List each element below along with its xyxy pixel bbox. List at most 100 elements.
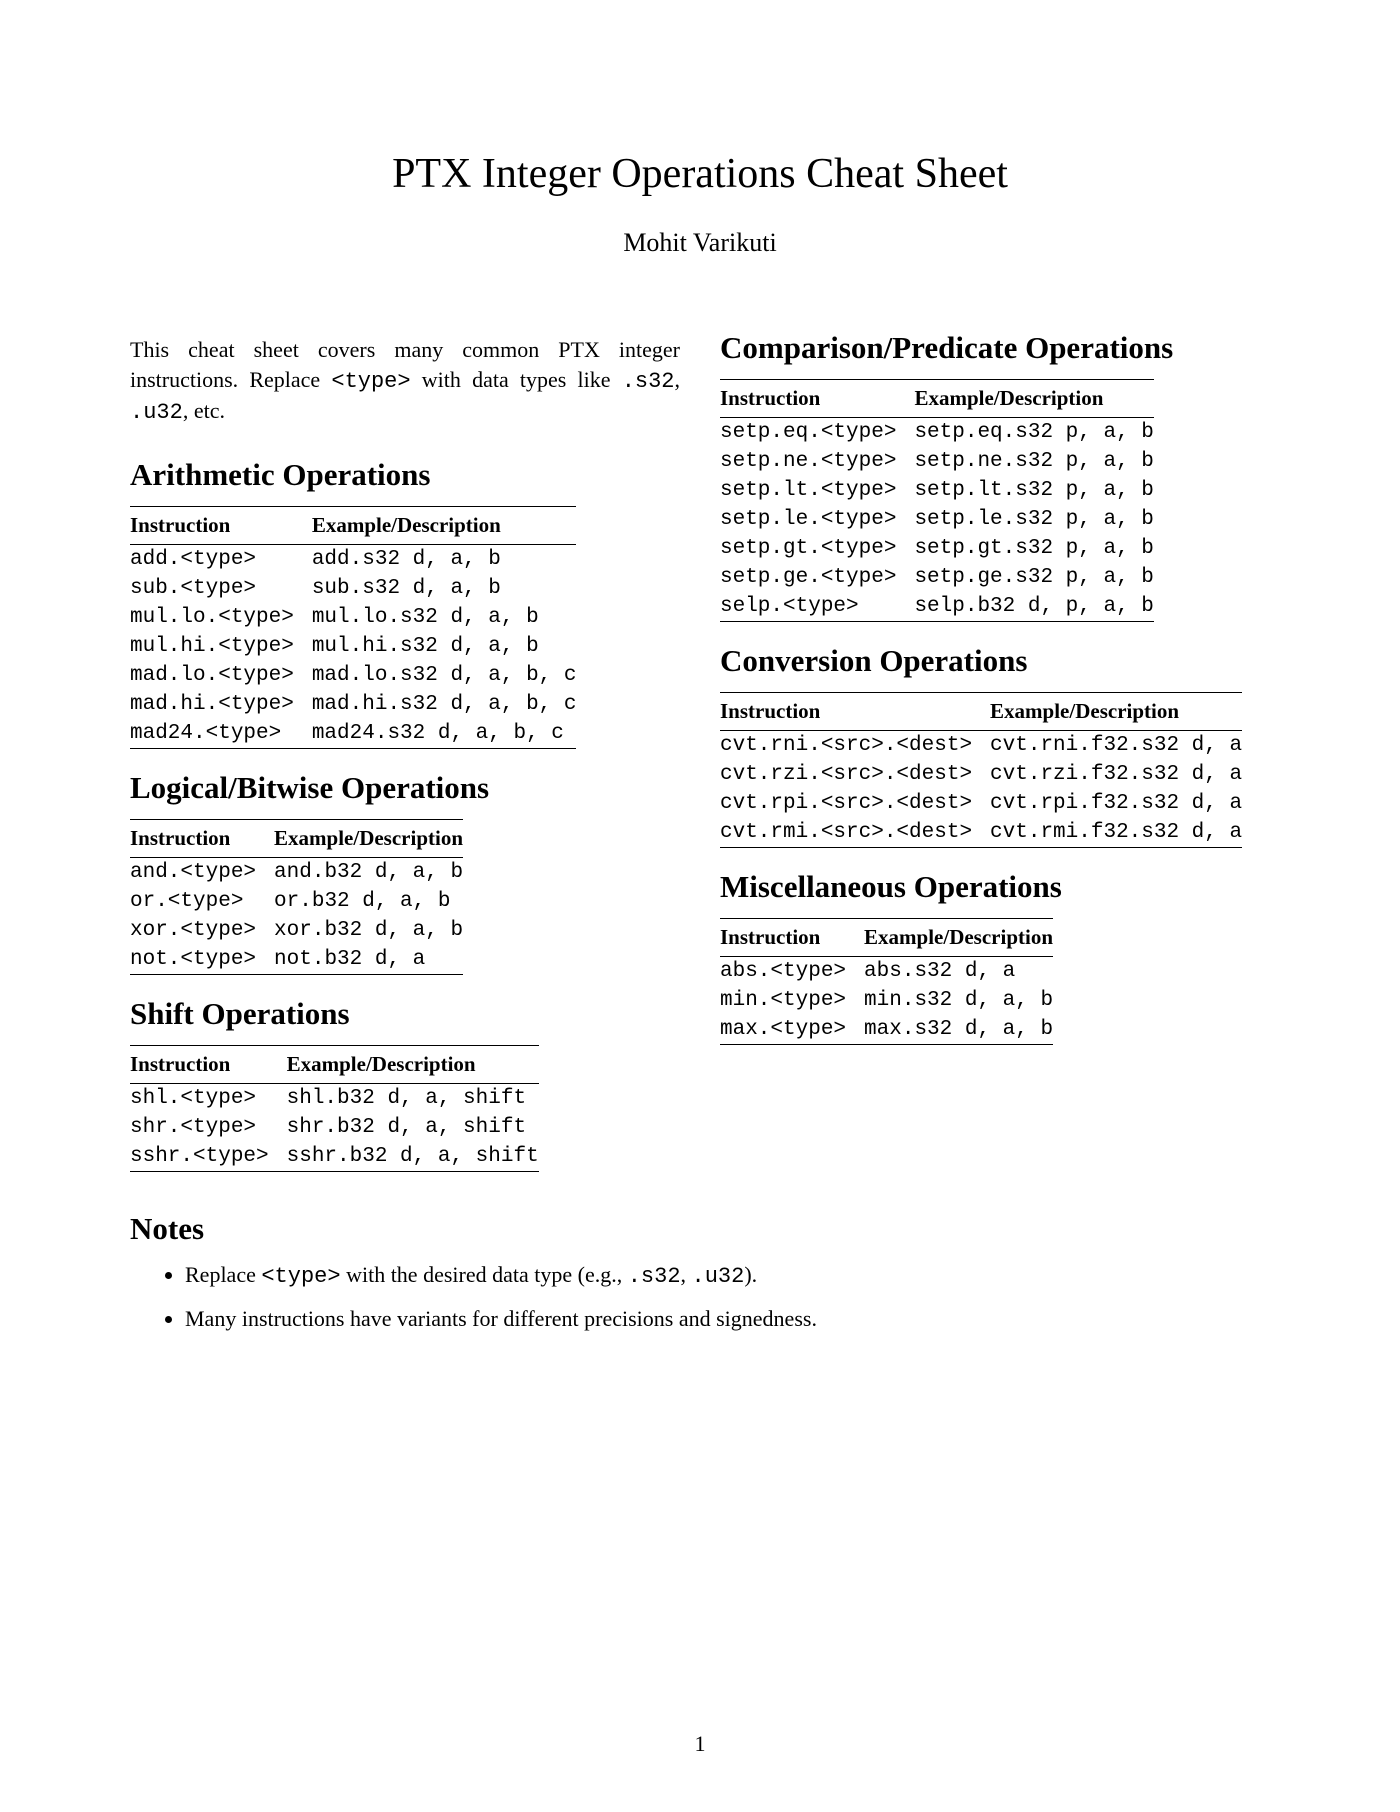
- table-row: cvt.rmi.<src>.<dest>cvt.rmi.f32.s32 d, a: [720, 818, 1242, 848]
- section: Shift Operations InstructionExample/Descr…: [130, 997, 680, 1172]
- table-row: not.<type>not.b32 d, a: [130, 945, 463, 975]
- section: Arithmetic Operations InstructionExample/…: [130, 458, 680, 749]
- cell-instruction: setp.ne.<type>: [720, 447, 914, 476]
- cell-instruction: shl.<type>: [130, 1084, 287, 1114]
- intro-text: with data types like: [411, 367, 622, 392]
- table-row: abs.<type>abs.s32 d, a: [720, 957, 1053, 987]
- table-row: setp.eq.<type>setp.eq.s32 p, a, b: [720, 418, 1154, 448]
- column-header-instruction: Instruction: [130, 1046, 287, 1084]
- cell-instruction: setp.eq.<type>: [720, 418, 914, 448]
- cell-instruction: selp.<type>: [720, 592, 914, 622]
- section-heading: Comparison/Predicate Operations: [720, 331, 1270, 365]
- column-header-instruction: Instruction: [720, 693, 990, 731]
- cell-instruction: cvt.rni.<src>.<dest>: [720, 731, 990, 761]
- cell-example: not.b32 d, a: [274, 945, 463, 975]
- section-heading-notes: Notes: [130, 1212, 1270, 1246]
- text-span: with the desired data type (e.g.,: [341, 1262, 628, 1287]
- table-row: max.<type>max.s32 d, a, b: [720, 1015, 1053, 1045]
- notes-section: Notes Replace <type> with the desired da…: [130, 1212, 1270, 1333]
- table-row: mad.lo.<type>mad.lo.s32 d, a, b, c: [130, 661, 576, 690]
- cell-instruction: mad.lo.<type>: [130, 661, 312, 690]
- column-header-example: Example/Description: [864, 919, 1053, 957]
- section-heading: Shift Operations: [130, 997, 680, 1031]
- cell-instruction: cvt.rzi.<src>.<dest>: [720, 760, 990, 789]
- cell-example: mul.lo.s32 d, a, b: [312, 603, 577, 632]
- cell-example: mad.hi.s32 d, a, b, c: [312, 690, 577, 719]
- operations-table: InstructionExample/Descriptionadd.<type>…: [130, 506, 576, 749]
- cell-instruction: max.<type>: [720, 1015, 864, 1045]
- table-row: xor.<type>xor.b32 d, a, b: [130, 916, 463, 945]
- cell-example: selp.b32 d, p, a, b: [914, 592, 1153, 622]
- operations-table: InstructionExample/Descriptionshl.<type>…: [130, 1045, 539, 1172]
- intro-code: .u32: [130, 400, 183, 425]
- column-header-instruction: Instruction: [130, 507, 312, 545]
- cell-example: min.s32 d, a, b: [864, 986, 1053, 1015]
- text-span: Many instructions have variants for diff…: [185, 1306, 817, 1331]
- code-span: .s32: [628, 1264, 681, 1289]
- table-row: mad.hi.<type>mad.hi.s32 d, a, b, c: [130, 690, 576, 719]
- table-row: cvt.rpi.<src>.<dest>cvt.rpi.f32.s32 d, a: [720, 789, 1242, 818]
- cell-example: and.b32 d, a, b: [274, 858, 463, 888]
- cell-instruction: setp.le.<type>: [720, 505, 914, 534]
- table-row: mad24.<type>mad24.s32 d, a, b, c: [130, 719, 576, 749]
- table-row: mul.lo.<type>mul.lo.s32 d, a, b: [130, 603, 576, 632]
- column-header-example: Example/Description: [990, 693, 1242, 731]
- cell-instruction: mad.hi.<type>: [130, 690, 312, 719]
- table-row: cvt.rni.<src>.<dest>cvt.rni.f32.s32 d, a: [720, 731, 1242, 761]
- cell-example: cvt.rni.f32.s32 d, a: [990, 731, 1242, 761]
- table-row: mul.hi.<type>mul.hi.s32 d, a, b: [130, 632, 576, 661]
- section-heading: Arithmetic Operations: [130, 458, 680, 492]
- table-row: sub.<type>sub.s32 d, a, b: [130, 574, 576, 603]
- cell-example: max.s32 d, a, b: [864, 1015, 1053, 1045]
- list-item: Replace <type> with the desired data typ…: [185, 1260, 1270, 1292]
- cell-instruction: sub.<type>: [130, 574, 312, 603]
- two-column-layout: This cheat sheet covers many common PTX …: [130, 313, 1270, 1194]
- cell-example: xor.b32 d, a, b: [274, 916, 463, 945]
- cell-example: setp.eq.s32 p, a, b: [914, 418, 1153, 448]
- intro-text: ,: [675, 367, 681, 392]
- cell-instruction: setp.ge.<type>: [720, 563, 914, 592]
- cell-example: cvt.rmi.f32.s32 d, a: [990, 818, 1242, 848]
- table-row: min.<type>min.s32 d, a, b: [720, 986, 1053, 1015]
- cell-example: mul.hi.s32 d, a, b: [312, 632, 577, 661]
- cell-example: setp.ne.s32 p, a, b: [914, 447, 1153, 476]
- table-row: selp.<type>selp.b32 d, p, a, b: [720, 592, 1154, 622]
- operations-table: InstructionExample/Descriptionand.<type>…: [130, 819, 463, 975]
- cell-instruction: or.<type>: [130, 887, 274, 916]
- section: Logical/Bitwise Operations InstructionExa…: [130, 771, 680, 975]
- column-header-instruction: Instruction: [130, 820, 274, 858]
- cell-example: setp.le.s32 p, a, b: [914, 505, 1153, 534]
- section: Conversion Operations InstructionExample/…: [720, 644, 1270, 848]
- intro-code: .s32: [622, 369, 675, 394]
- cell-instruction: sshr.<type>: [130, 1142, 287, 1172]
- column-header-example: Example/Description: [287, 1046, 539, 1084]
- table-row: add.<type>add.s32 d, a, b: [130, 545, 576, 575]
- intro-paragraph: This cheat sheet covers many common PTX …: [130, 335, 680, 428]
- table-row: setp.gt.<type>setp.gt.s32 p, a, b: [720, 534, 1154, 563]
- page-number: 1: [0, 1731, 1400, 1757]
- table-row: shr.<type>shr.b32 d, a, shift: [130, 1113, 539, 1142]
- cell-instruction: cvt.rmi.<src>.<dest>: [720, 818, 990, 848]
- text-span: Replace: [185, 1262, 261, 1287]
- column-header-example: Example/Description: [914, 380, 1153, 418]
- section-heading: Miscellaneous Operations: [720, 870, 1270, 904]
- cell-example: mad.lo.s32 d, a, b, c: [312, 661, 577, 690]
- table-row: setp.le.<type>setp.le.s32 p, a, b: [720, 505, 1154, 534]
- cell-instruction: mul.hi.<type>: [130, 632, 312, 661]
- text-span: ,: [681, 1262, 692, 1287]
- cell-example: shr.b32 d, a, shift: [287, 1113, 539, 1142]
- table-row: or.<type>or.b32 d, a, b: [130, 887, 463, 916]
- cell-instruction: add.<type>: [130, 545, 312, 575]
- operations-table: InstructionExample/Descriptionabs.<type>…: [720, 918, 1053, 1045]
- operations-table: InstructionExample/Descriptioncvt.rni.<s…: [720, 692, 1242, 848]
- cell-instruction: shr.<type>: [130, 1113, 287, 1142]
- cell-example: shl.b32 d, a, shift: [287, 1084, 539, 1114]
- section-heading: Logical/Bitwise Operations: [130, 771, 680, 805]
- section-heading: Conversion Operations: [720, 644, 1270, 678]
- notes-list: Replace <type> with the desired data typ…: [130, 1260, 1270, 1333]
- column-header-example: Example/Description: [274, 820, 463, 858]
- table-row: shl.<type>shl.b32 d, a, shift: [130, 1084, 539, 1114]
- cell-example: add.s32 d, a, b: [312, 545, 577, 575]
- cell-example: cvt.rzi.f32.s32 d, a: [990, 760, 1242, 789]
- table-row: setp.lt.<type>setp.lt.s32 p, a, b: [720, 476, 1154, 505]
